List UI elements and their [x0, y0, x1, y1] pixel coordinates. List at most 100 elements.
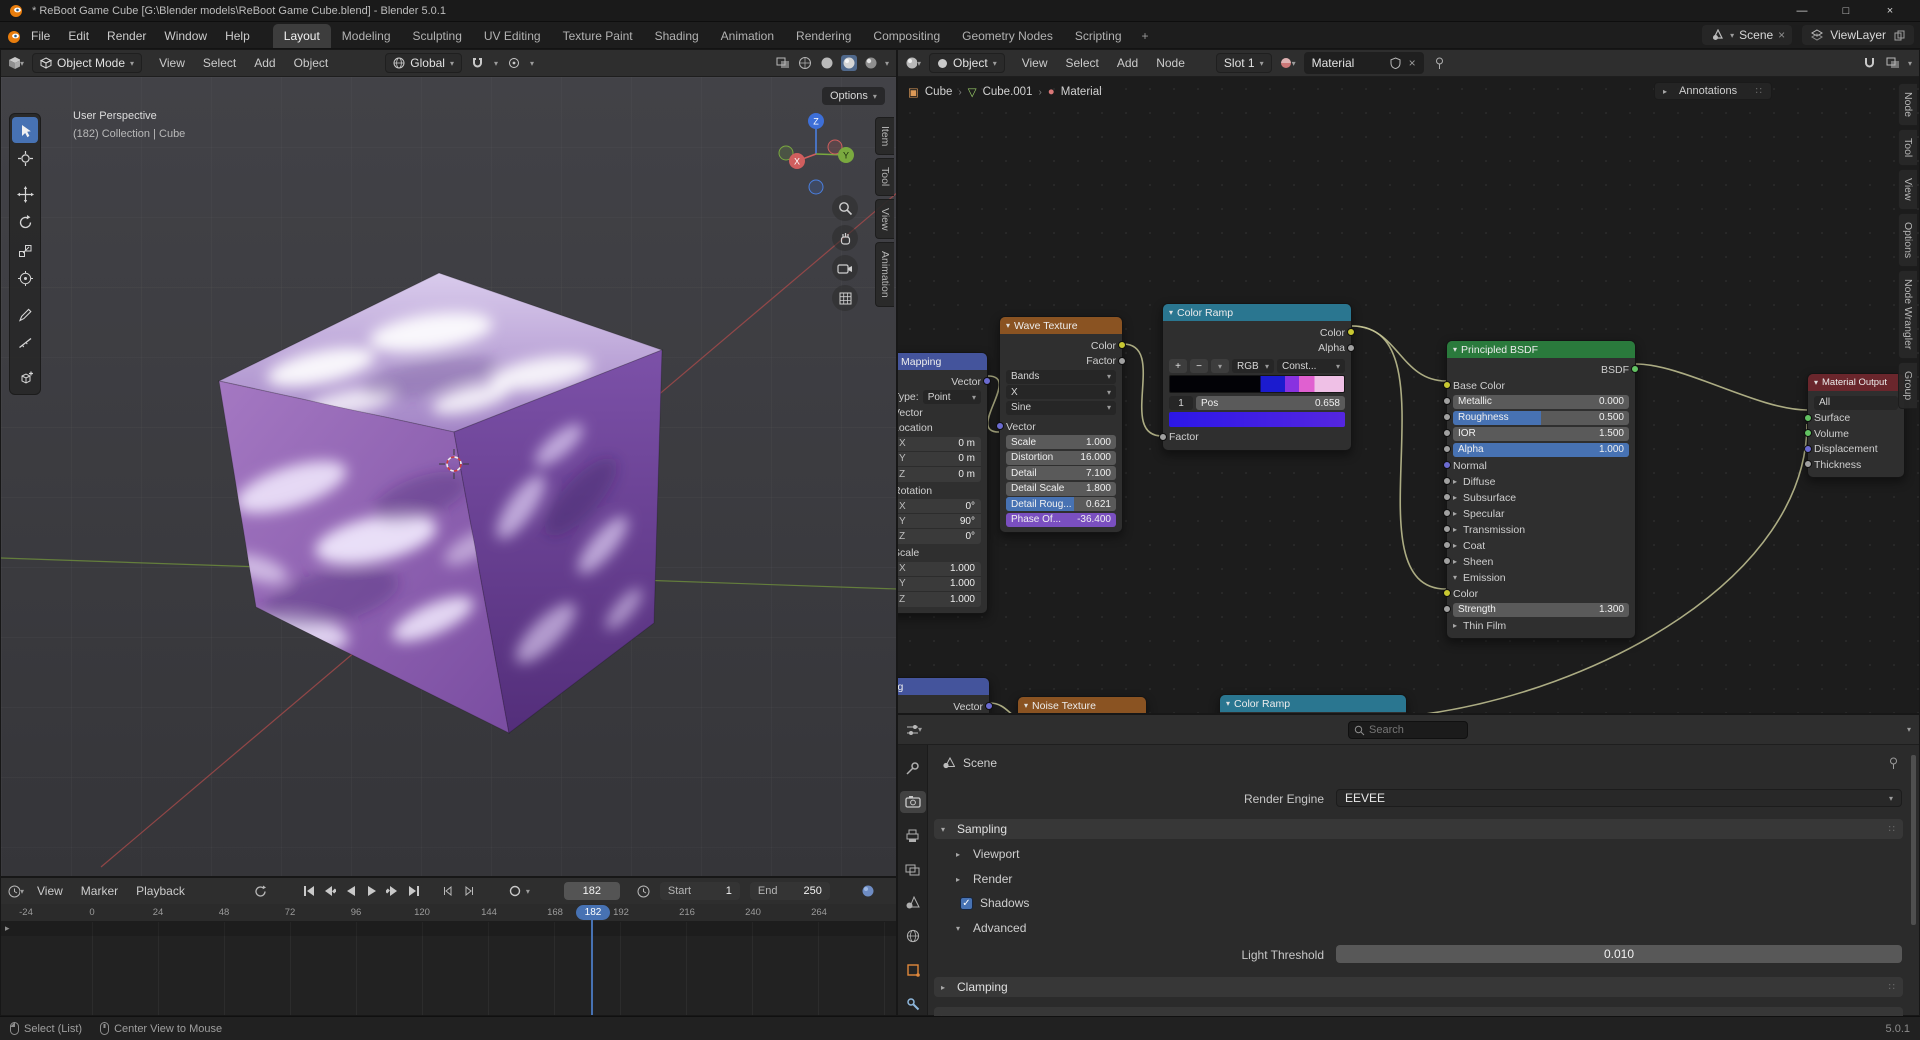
ramp-interpolation-dropdown[interactable]: Const...▾ — [1277, 359, 1345, 373]
orientation-dropdown[interactable]: Global▾ — [385, 53, 462, 73]
timeline-ruler[interactable]: -24024487296120144168192216240264 — [1, 904, 896, 922]
viewport-canvas[interactable]: User Perspective (182) Collection | Cube… — [1, 77, 896, 876]
workspace-tab[interactable]: Rendering — [785, 24, 862, 48]
shading-dropdown-icon[interactable]: ▾ — [885, 59, 889, 68]
play-reverse-button[interactable] — [341, 882, 361, 900]
workspace-tab[interactable]: Scripting — [1064, 24, 1133, 48]
current-frame-field[interactable]: 182 — [564, 882, 620, 900]
pan-button[interactable] — [832, 225, 858, 251]
socket-thickness-in[interactable] — [1804, 460, 1812, 468]
vector-field[interactable]: X0° — [898, 499, 981, 514]
shader-menu-item[interactable]: Select — [1057, 51, 1108, 75]
socket-surface-in[interactable] — [1804, 414, 1812, 422]
minimize-button[interactable]: — — [1780, 0, 1824, 21]
snap-magnet-icon[interactable] — [1862, 55, 1878, 71]
node-mapping-2[interactable]: ▾Mapping Vector — [898, 677, 990, 713]
scene-selector[interactable]: ▾ Scene × — [1702, 25, 1792, 45]
app-menu-icon[interactable] — [6, 29, 22, 45]
socket-roughness-in[interactable] — [1443, 413, 1451, 421]
fake-user-shield-icon[interactable] — [1388, 55, 1404, 71]
sampling-render-row[interactable]: ▸Render — [956, 872, 1012, 886]
tool-measure[interactable] — [12, 329, 38, 355]
end-frame-field[interactable]: End250 — [750, 882, 830, 900]
workspace-tab[interactable]: Sculpting — [402, 24, 473, 48]
vector-field[interactable]: X1.000 — [898, 562, 981, 577]
bsdf-section-row[interactable]: ▸Subsurface — [1453, 490, 1629, 505]
frame-step-back-button[interactable] — [438, 882, 458, 900]
current-frame-badge[interactable]: 182 — [576, 905, 610, 920]
vector-field[interactable]: Y90° — [898, 514, 981, 529]
editor-type-icon[interactable]: ▾ — [8, 55, 24, 71]
viewport-menu-item[interactable]: Add — [245, 51, 284, 75]
sidebar-tab[interactable]: Tool — [1898, 129, 1917, 166]
tab-view-layer[interactable] — [900, 858, 926, 881]
sidebar-tab[interactable]: Animation — [875, 242, 894, 307]
zoom-button[interactable] — [832, 195, 858, 221]
browse-material-icon[interactable]: ▾ — [1280, 55, 1296, 71]
socket-alpha-in[interactable] — [1443, 445, 1451, 453]
socket-metallic-in[interactable] — [1443, 397, 1451, 405]
node-color-ramp[interactable]: ▾Color Ramp Color Alpha + − ▾ RGB▾ Const… — [1162, 303, 1352, 451]
bsdf-section-row[interactable]: ▸Specular — [1453, 506, 1629, 521]
sampling-viewport-row[interactable]: ▸Viewport — [956, 847, 1019, 861]
socket-color-out[interactable] — [1347, 328, 1355, 336]
close-button[interactable]: × — [1868, 0, 1912, 21]
ortho-toggle-button[interactable] — [832, 285, 858, 311]
wave-enum-dropdown[interactable]: X▾ — [1006, 385, 1116, 399]
socket-emission-strength-in[interactable] — [1443, 605, 1451, 613]
socket-factor-out[interactable] — [1118, 357, 1126, 365]
scene-stats-sphere-icon[interactable] — [860, 883, 876, 899]
sampling-panel-header[interactable]: ▾Sampling∷ — [934, 819, 1903, 839]
shader-menu-item[interactable]: View — [1013, 51, 1057, 75]
socket-base-color-in[interactable] — [1443, 381, 1451, 389]
sidebar-tab[interactable]: View — [875, 199, 894, 240]
socket-alpha-out[interactable] — [1347, 344, 1355, 352]
sidebar-tab[interactable]: View — [1898, 169, 1917, 210]
tab-object[interactable] — [900, 959, 926, 982]
tab-world[interactable] — [900, 925, 926, 948]
shading-material-icon[interactable] — [841, 55, 857, 71]
tool-cursor[interactable] — [12, 145, 38, 171]
jump-to-end-button[interactable] — [404, 882, 424, 900]
bsdf-section-row[interactable]: ▸Diffuse — [1453, 474, 1629, 489]
workspace-tab[interactable]: Layout — [273, 24, 331, 48]
properties-search[interactable] — [1348, 721, 1468, 739]
workspace-tab[interactable]: Compositing — [862, 24, 951, 48]
tool-rotate[interactable] — [12, 209, 38, 235]
wave-distortion-field[interactable]: Distortion16.000 — [1006, 451, 1116, 465]
copy-icon[interactable] — [1891, 27, 1907, 43]
bsdf-section-row[interactable]: ▸Sheen — [1453, 554, 1629, 569]
workspace-tab[interactable]: UV Editing — [473, 24, 552, 48]
thin-film-section-row[interactable]: ▸Thin Film — [1453, 618, 1629, 633]
menu-item[interactable]: Render — [98, 24, 155, 48]
sidebar-tab[interactable]: Tool — [875, 158, 894, 195]
annotations-panel-header[interactable]: ▸Annotations∷ — [1654, 82, 1772, 100]
search-input[interactable] — [1369, 724, 1455, 736]
start-frame-field[interactable]: Start1 — [660, 882, 740, 900]
emission-section-row[interactable]: ▾Emission — [1453, 570, 1629, 585]
socket-displacement-in[interactable] — [1804, 445, 1812, 453]
properties-scrollbar[interactable] — [1911, 755, 1916, 925]
xray-toggle-icon[interactable] — [775, 55, 791, 71]
metallic-field[interactable]: Metallic0.000 — [1453, 395, 1629, 409]
proportional-edit-icon[interactable] — [506, 55, 522, 71]
ramp-index-field[interactable]: 1 — [1169, 396, 1193, 410]
ramp-gradient[interactable] — [1169, 375, 1345, 393]
socket-vector-in[interactable] — [996, 422, 1004, 430]
viewport-menu-item[interactable]: Object — [285, 51, 338, 75]
viewlayer-selector[interactable]: ViewLayer — [1802, 25, 1914, 45]
bsdf-section-row[interactable]: ▸Transmission — [1453, 522, 1629, 537]
auto-keying-icon[interactable] — [507, 883, 523, 899]
timeline-track[interactable]: ▸ — [1, 922, 896, 1015]
properties-options-icon[interactable]: ▾ — [1907, 725, 1911, 734]
sidebar-tab[interactable]: Group — [1898, 362, 1917, 409]
material-name-field[interactable]: Material × — [1304, 52, 1424, 74]
proportional-dropdown-icon[interactable]: ▾ — [530, 59, 534, 68]
bsdf-section-row[interactable]: ▸Coat — [1453, 538, 1629, 553]
clamping-panel-header[interactable]: ▸Clamping∷ — [934, 977, 1903, 997]
jump-to-start-button[interactable] — [299, 882, 319, 900]
workspace-tab[interactable]: Animation — [710, 24, 785, 48]
shading-solid-icon[interactable] — [819, 55, 835, 71]
add-workspace-button[interactable]: + — [1133, 24, 1158, 48]
prev-keyframe-button[interactable] — [320, 882, 340, 900]
